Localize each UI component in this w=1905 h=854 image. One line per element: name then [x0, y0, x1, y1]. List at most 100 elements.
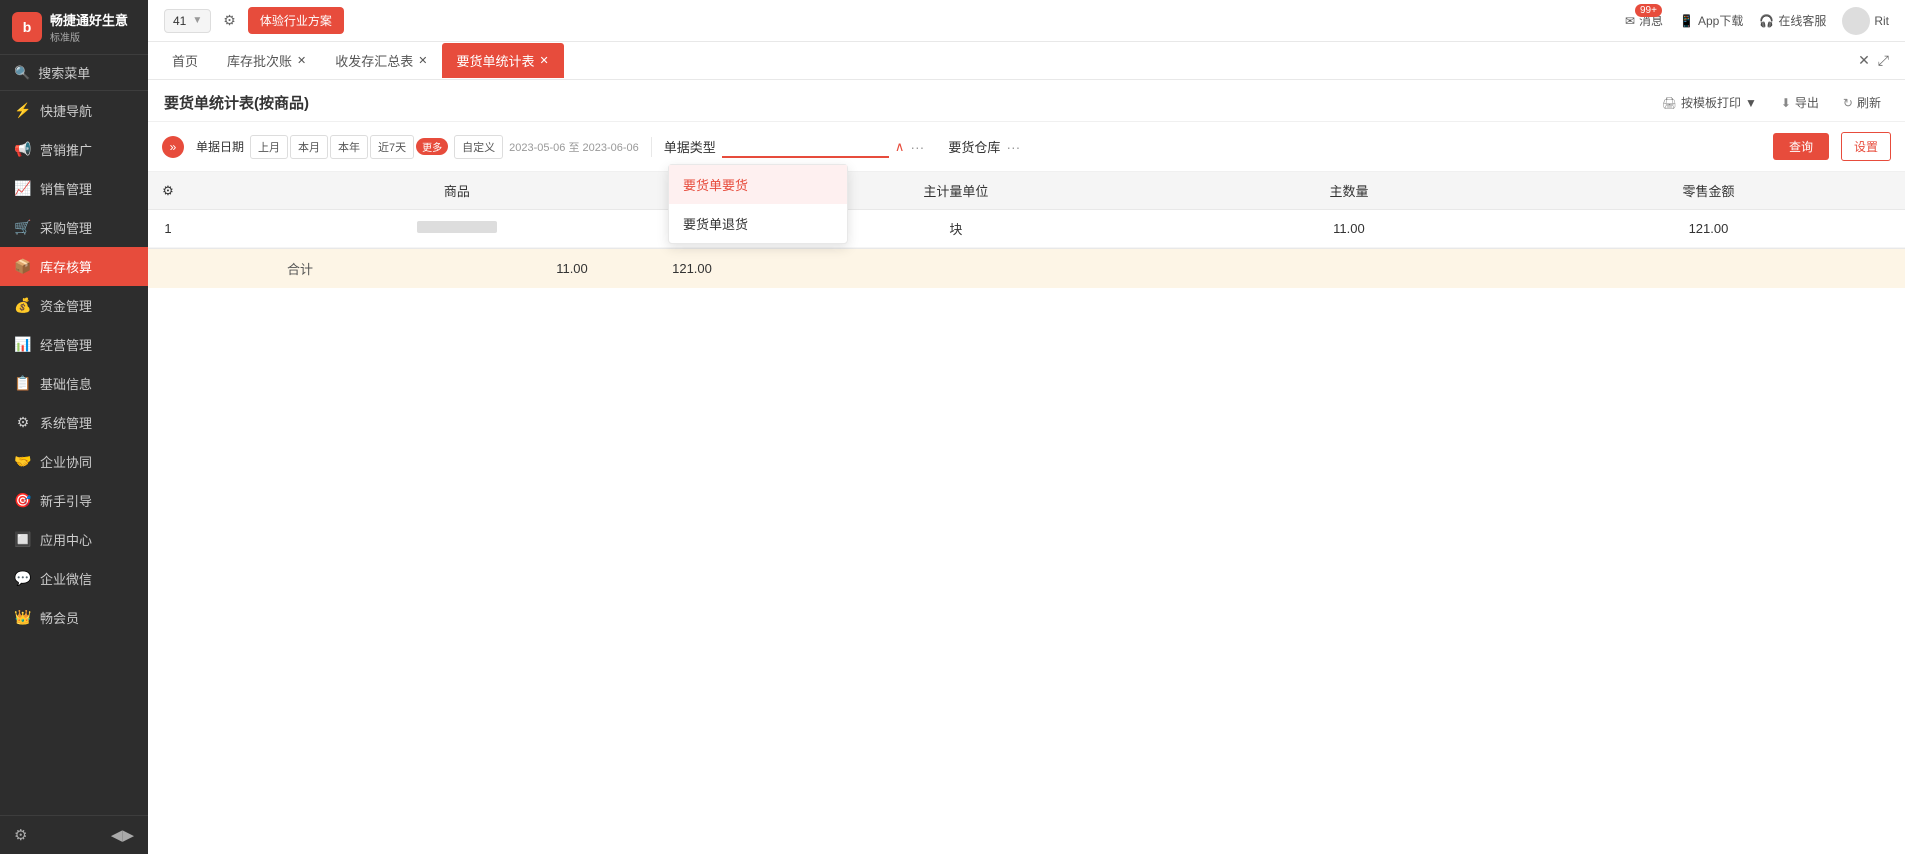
type-filter-label: 单据类型 [664, 137, 716, 156]
footer-label: 合计 [200, 259, 400, 278]
tab-inventory-batch[interactable]: 库存批次账 ✕ [213, 43, 321, 78]
tab-close-inventory-batch[interactable]: ✕ [297, 54, 306, 67]
dropdown-item-order[interactable]: 要货单要货 [669, 165, 847, 204]
sidebar-label-sales: 销售管理 [40, 179, 92, 198]
sidebar-icon-purchase: 🛒 [14, 219, 32, 236]
warehouse-filter-group: 要货仓库 ··· [948, 137, 1020, 156]
tab-order-stats[interactable]: 要货单统计表 ✕ [442, 43, 563, 78]
tabs-actions: ✕ ⤢ [1852, 52, 1895, 69]
export-button[interactable]: ⬇ 导出 [1773, 90, 1827, 115]
sidebar-item-system[interactable]: ⚙ 系统管理 [0, 403, 148, 442]
page-header: 要货单统计表(按商品) 🖨 按模板打印 ▼ ⬇ 导出 ↻ 刷新 [148, 80, 1905, 122]
table-col-qty: 主数量 [1186, 172, 1512, 210]
footer-qty: 11.00 [512, 261, 632, 276]
promo-button[interactable]: 体验行业方案 [248, 7, 344, 34]
table-gear-icon[interactable]: ⚙ [162, 183, 174, 198]
table-col-amount: 零售金额 [1512, 172, 1905, 210]
warehouse-more-icon[interactable]: ··· [1006, 139, 1020, 155]
sidebar-label-operation: 经营管理 [40, 335, 92, 354]
date-custom-btn[interactable]: 自定义 [454, 135, 503, 159]
table-row: 1 块 11.00 121.00 [148, 210, 1905, 248]
sidebar-label-wechat: 企业微信 [40, 569, 92, 588]
expand-tabs-icon[interactable]: ⤢ [1878, 52, 1889, 69]
sidebar-item-finance[interactable]: 💰 资金管理 [0, 286, 148, 325]
sidebar-item-collab[interactable]: 🤝 企业协同 [0, 442, 148, 481]
dropdown-item-return[interactable]: 要货单退货 [669, 204, 847, 243]
close-all-tabs-icon[interactable]: ✕ [1858, 52, 1870, 69]
user-name: Rit [1874, 14, 1889, 28]
app-logo: b 畅捷通好生意 标准版 [0, 0, 148, 55]
tab-recv-summary[interactable]: 收发存汇总表 ✕ [321, 43, 442, 78]
tab-home[interactable]: 首页 [158, 43, 213, 78]
sidebar-menu: ⚡ 快捷导航 📢 营销推广 📈 销售管理 🛒 采购管理 📦 库存核算 💰 资金管… [0, 91, 148, 815]
type-more-icon[interactable]: ··· [910, 139, 924, 155]
sidebar-label-member: 畅会员 [40, 608, 79, 627]
app-download-label: App下载 [1698, 12, 1743, 29]
tab-label-order-stats: 要货单统计表 [456, 51, 534, 70]
online-service-label: 在线客服 [1778, 12, 1826, 29]
date-range-text: 2023-05-06 至 2023-06-06 [509, 139, 639, 155]
app-download-button[interactable]: 📱 App下载 [1679, 12, 1743, 29]
sidebar-item-purchase[interactable]: 🛒 采购管理 [0, 208, 148, 247]
date-this-year-btn[interactable]: 本年 [330, 135, 368, 159]
topbar: 41 ▼ ⚙ 体验行业方案 ✉ 99+ 消息 📱 App下载 🎧 在线客服 Ri… [148, 0, 1905, 42]
tab-close-order-stats[interactable]: ✕ [540, 54, 549, 67]
date-quick-buttons: 上月 本月 本年 近7天 更多 [250, 135, 448, 159]
sidebar-item-inventory[interactable]: 📦 库存核算 [0, 247, 148, 286]
sidebar-label-basic: 基础信息 [40, 374, 92, 393]
message-badge: 99+ [1635, 4, 1662, 17]
sidebar-item-basic[interactable]: 📋 基础信息 [0, 364, 148, 403]
tabs-bar: 首页库存批次账 ✕收发存汇总表 ✕要货单统计表 ✕ ✕ ⤢ [148, 42, 1905, 80]
sidebar-icon-basic: 📋 [14, 375, 32, 392]
filter-toggle-button[interactable]: » [162, 136, 184, 158]
user-avatar[interactable]: Rit [1842, 7, 1889, 35]
topbar-right: ✉ 99+ 消息 📱 App下载 🎧 在线客服 Rit [1625, 7, 1889, 35]
sidebar-label-finance: 资金管理 [40, 296, 92, 315]
refresh-button[interactable]: ↻ 刷新 [1835, 90, 1889, 115]
sidebar-item-marketing[interactable]: 📢 营销推广 [0, 130, 148, 169]
sidebar-item-wechat[interactable]: 💬 企业微信 [0, 559, 148, 598]
type-dropdown-up-icon[interactable]: ∧ [895, 139, 905, 155]
sidebar-icon-sales: 📈 [14, 180, 32, 197]
tab-close-recv-summary[interactable]: ✕ [418, 54, 427, 67]
sidebar-item-operation[interactable]: 📊 经营管理 [0, 325, 148, 364]
type-filter-input[interactable] [722, 136, 889, 158]
settings-icon[interactable]: ⚙ [14, 826, 27, 844]
sidebar-item-member[interactable]: 👑 畅会员 [0, 598, 148, 637]
sidebar-item-guide[interactable]: 🎯 新手引导 [0, 481, 148, 520]
sidebar-label-quick-nav: 快捷导航 [40, 101, 92, 120]
page-title: 要货单统计表(按商品) [164, 92, 309, 113]
sidebar-icon-wechat: 💬 [14, 570, 32, 587]
sidebar-item-apps[interactable]: 🔲 应用中心 [0, 520, 148, 559]
logo-text: 畅捷通好生意 标准版 [50, 10, 128, 44]
search-button[interactable]: 查询 [1773, 133, 1829, 160]
table-body: 1 块 11.00 121.00 [148, 210, 1905, 248]
date-last-month-btn[interactable]: 上月 [250, 135, 288, 159]
data-table: ⚙ 商品 主计量单位 主数量 零售金额 1 块 11.00 121.00 [148, 172, 1905, 248]
date-more-badge[interactable]: 更多 [416, 138, 448, 155]
sidebar-item-quick-nav[interactable]: ⚡ 快捷导航 [0, 91, 148, 130]
sidebar-label-apps: 应用中心 [40, 530, 92, 549]
store-selector[interactable]: 41 ▼ [164, 9, 211, 33]
collapse-icon[interactable]: ◀▶ [111, 826, 134, 844]
print-button[interactable]: 🖨 按模板打印 ▼ [1654, 90, 1765, 115]
online-service-button[interactable]: 🎧 在线客服 [1759, 12, 1826, 29]
type-dropdown: 要货单要货要货单退货 [668, 164, 848, 244]
date-filter-group: 单据日期 上月 本月 本年 近7天 更多 自定义 2023-05-06 至 20… [196, 135, 639, 159]
footer-amount: 121.00 [632, 261, 752, 276]
type-filter-group: 单据类型 ∧ ··· [664, 136, 925, 158]
sidebar-item-sales[interactable]: 📈 销售管理 [0, 169, 148, 208]
date-7days-btn[interactable]: 近7天 [370, 135, 414, 159]
sidebar-search[interactable]: 🔍 搜索菜单 [0, 55, 148, 91]
sidebar-icon-marketing: 📢 [14, 141, 32, 158]
header-actions: 🖨 按模板打印 ▼ ⬇ 导出 ↻ 刷新 [1654, 90, 1889, 115]
page-content: 要货单统计表(按商品) 🖨 按模板打印 ▼ ⬇ 导出 ↻ 刷新 [148, 80, 1905, 854]
filter-settings-button[interactable]: 设置 [1841, 132, 1891, 161]
sidebar-label-collab: 企业协同 [40, 452, 92, 471]
tab-label-recv-summary: 收发存汇总表 [335, 51, 413, 70]
sidebar-icon-member: 👑 [14, 609, 32, 626]
message-button[interactable]: ✉ 99+ 消息 [1625, 12, 1663, 29]
date-this-month-btn[interactable]: 本月 [290, 135, 328, 159]
row-no: 1 [148, 210, 188, 248]
topbar-gear-icon[interactable]: ⚙ [223, 12, 236, 29]
